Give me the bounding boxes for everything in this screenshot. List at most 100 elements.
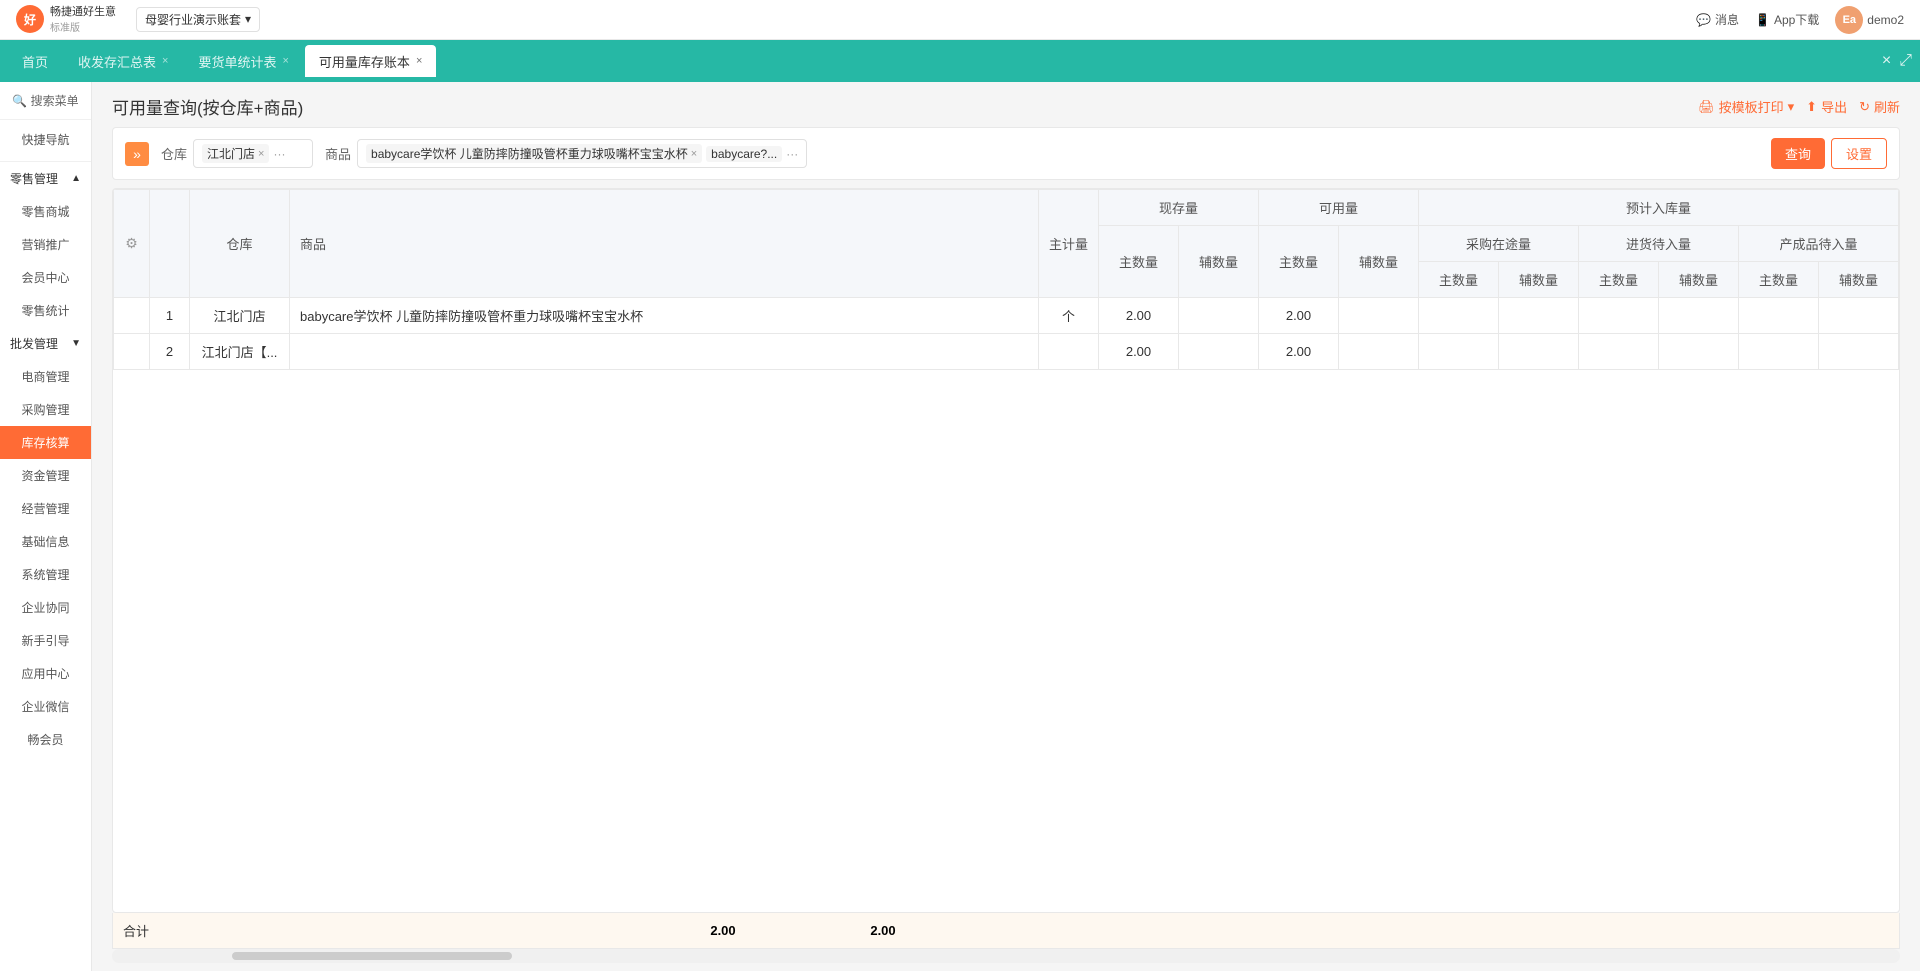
print-template-btn[interactable]: 🖨 按模板打印 ▾ — [1698, 97, 1794, 116]
cell-incoming-main — [1579, 334, 1659, 370]
th-product-main: 主数量 — [1739, 262, 1819, 298]
nav-tabs: 首页 收发存汇总表 × 要货单统计表 × 可用量库存账本 × × ⤢ — [0, 40, 1920, 82]
sidebar-item-quick-nav[interactable]: 快捷导航 — [0, 124, 91, 157]
th-product: 商品 — [290, 190, 1039, 298]
sidebar-item-appenter[interactable]: 应用中心 — [0, 657, 91, 690]
refresh-label: 刷新 — [1874, 97, 1900, 116]
chevron-print-icon: ▾ — [1788, 99, 1795, 115]
cell-no: 2 — [150, 334, 190, 370]
th-no — [150, 190, 190, 298]
logo-text: 畅捷通好生意 — [50, 5, 116, 19]
cell-purchase-aux — [1499, 334, 1579, 370]
product-filter-label: 商品 — [325, 144, 351, 163]
cell-incoming-aux — [1659, 298, 1739, 334]
th-warehouse: 仓库 — [190, 190, 290, 298]
logo-text-block: 畅捷通好生意 标准版 — [50, 5, 116, 34]
tab-order-stats[interactable]: 要货单统计表 × — [184, 45, 302, 77]
sidebar-item-enterprise[interactable]: 企业协同 — [0, 591, 91, 624]
tab-order-stats-close[interactable]: × — [282, 55, 288, 67]
cell-product-aux — [1819, 298, 1899, 334]
main-layout: 🔍 搜索菜单 快捷导航 零售管理 ▲ 零售商城 营销推广 会员中心 零售统计 批… — [0, 82, 1920, 971]
cell-stock-aux — [1179, 334, 1259, 370]
logo-area: 好 畅捷通好生意 标准版 — [16, 5, 116, 34]
tab-receive-summary-close[interactable]: × — [162, 55, 168, 67]
product-more-icon[interactable]: ··· — [786, 147, 798, 161]
sidebar-item-wechat[interactable]: 企业微信 — [0, 690, 91, 723]
user-menu[interactable]: Ea demo2 — [1835, 6, 1904, 34]
data-table: ⚙ 仓库 商品 主计量 现存量 可用量 预计入库量 主数量 辅数量 主数量 — [113, 189, 1899, 370]
sidebar-section-wholesale[interactable]: 批发管理 ▼ — [0, 327, 91, 360]
nav-close-btn[interactable]: × — [1882, 52, 1891, 70]
refresh-btn[interactable]: ↻ 刷新 — [1859, 97, 1900, 116]
tab-order-stats-label: 要货单统计表 — [198, 52, 276, 71]
cell-purchase-main — [1419, 334, 1499, 370]
scroll-thumb[interactable] — [232, 952, 512, 960]
industry-select[interactable]: 母婴行业演示账套 ▾ — [136, 7, 260, 32]
sidebar-item-marketing[interactable]: 营销推广 — [0, 228, 91, 261]
tab-available-stock-close[interactable]: × — [416, 55, 422, 67]
warehouse-tag-close[interactable]: × — [258, 148, 264, 160]
sidebar-search-btn[interactable]: 🔍 搜索菜单 — [0, 82, 91, 120]
warehouse-more-icon[interactable]: ··· — [273, 147, 285, 161]
export-btn[interactable]: ⬆ 导出 — [1806, 97, 1847, 116]
tab-available-stock[interactable]: 可用量库存账本 × — [305, 45, 436, 77]
gear-icon[interactable]: ⚙ — [125, 235, 138, 251]
cell-stock-main: 2.00 — [1099, 298, 1179, 334]
sidebar-item-vip[interactable]: 畅会员 — [0, 723, 91, 756]
sidebar-quick-nav-label: 快捷导航 — [21, 133, 69, 147]
footer-label: 合计 — [123, 921, 683, 940]
avatar: Ea — [1835, 6, 1863, 34]
sidebar-item-purchase[interactable]: 采购管理 — [0, 393, 91, 426]
app-download-label: App下载 — [1774, 11, 1819, 28]
sidebar-item-guide[interactable]: 新手引导 — [0, 624, 91, 657]
cell-no: 1 — [150, 298, 190, 334]
cell-unit: 个 — [1038, 298, 1098, 334]
th-planned-group: 预计入库量 — [1419, 190, 1899, 226]
th-stock-group: 现存量 — [1099, 190, 1259, 226]
cell-available-aux — [1339, 334, 1419, 370]
sidebar-item-finance[interactable]: 资金管理 — [0, 459, 91, 492]
sidebar-item-retail-mall[interactable]: 零售商城 — [0, 195, 91, 228]
cell-product-aux — [1819, 334, 1899, 370]
nav-right-btns: × ⤢ — [1882, 52, 1912, 70]
th-available-aux: 辅数量 — [1339, 226, 1419, 298]
th-purchase-sub: 采购在途量 — [1419, 226, 1579, 262]
warehouse-filter-input[interactable]: 江北门店 × ··· — [193, 139, 313, 168]
tab-home[interactable]: 首页 — [8, 45, 62, 77]
sidebar-item-operations[interactable]: 经营管理 — [0, 492, 91, 525]
export-label: 导出 — [1821, 97, 1847, 116]
expand-icon: » — [133, 146, 141, 162]
tab-home-label: 首页 — [22, 52, 48, 71]
page-actions: 🖨 按模板打印 ▾ ⬆ 导出 ↻ 刷新 — [1698, 97, 1900, 116]
sidebar-item-members[interactable]: 会员中心 — [0, 261, 91, 294]
query-button[interactable]: 查询 — [1771, 138, 1825, 169]
sidebar-item-retail-stats[interactable]: 零售统计 — [0, 294, 91, 327]
sidebar-item-ecommerce[interactable]: 电商管理 — [0, 360, 91, 393]
th-production-sub: 产成品待入量 — [1739, 226, 1899, 262]
cell-product — [290, 334, 1039, 370]
settings-button[interactable]: 设置 — [1831, 138, 1887, 169]
cell-purchase-aux — [1499, 298, 1579, 334]
th-settings: ⚙ — [114, 190, 150, 298]
content-area: 可用量查询(按仓库+商品) 🖨 按模板打印 ▾ ⬆ 导出 ↻ 刷新 — [92, 82, 1920, 971]
cell-warehouse: 江北门店 — [190, 298, 290, 334]
sidebar-quick-nav: 快捷导航 — [0, 120, 91, 162]
product-filter-input[interactable]: babycare学饮杯 儿童防摔防撞吸管杯重力球吸嘴杯宝宝水杯 × babyca… — [357, 139, 807, 168]
filter-expand-btn[interactable]: » — [125, 142, 149, 166]
sidebar-item-inventory[interactable]: 库存核算 — [0, 426, 91, 459]
app-icon: 📱 — [1755, 13, 1770, 27]
tab-receive-summary[interactable]: 收发存汇总表 × — [64, 45, 182, 77]
sidebar-section-retail[interactable]: 零售管理 ▲ — [0, 162, 91, 195]
product-tag1-close[interactable]: × — [691, 148, 697, 160]
industry-label: 母婴行业演示账套 — [145, 11, 241, 28]
refresh-icon: ↻ — [1859, 99, 1870, 115]
app-download-btn[interactable]: 📱 App下载 — [1755, 11, 1819, 28]
cell-incoming-aux — [1659, 334, 1739, 370]
message-btn[interactable]: 💬 消息 — [1696, 11, 1739, 28]
page-title: 可用量查询(按仓库+商品) — [112, 94, 303, 119]
nav-expand-btn[interactable]: ⤢ — [1899, 52, 1912, 70]
th-stock-aux: 辅数量 — [1179, 226, 1259, 298]
sidebar-item-system[interactable]: 系统管理 — [0, 558, 91, 591]
scroll-area[interactable] — [112, 949, 1900, 963]
sidebar-item-basic[interactable]: 基础信息 — [0, 525, 91, 558]
